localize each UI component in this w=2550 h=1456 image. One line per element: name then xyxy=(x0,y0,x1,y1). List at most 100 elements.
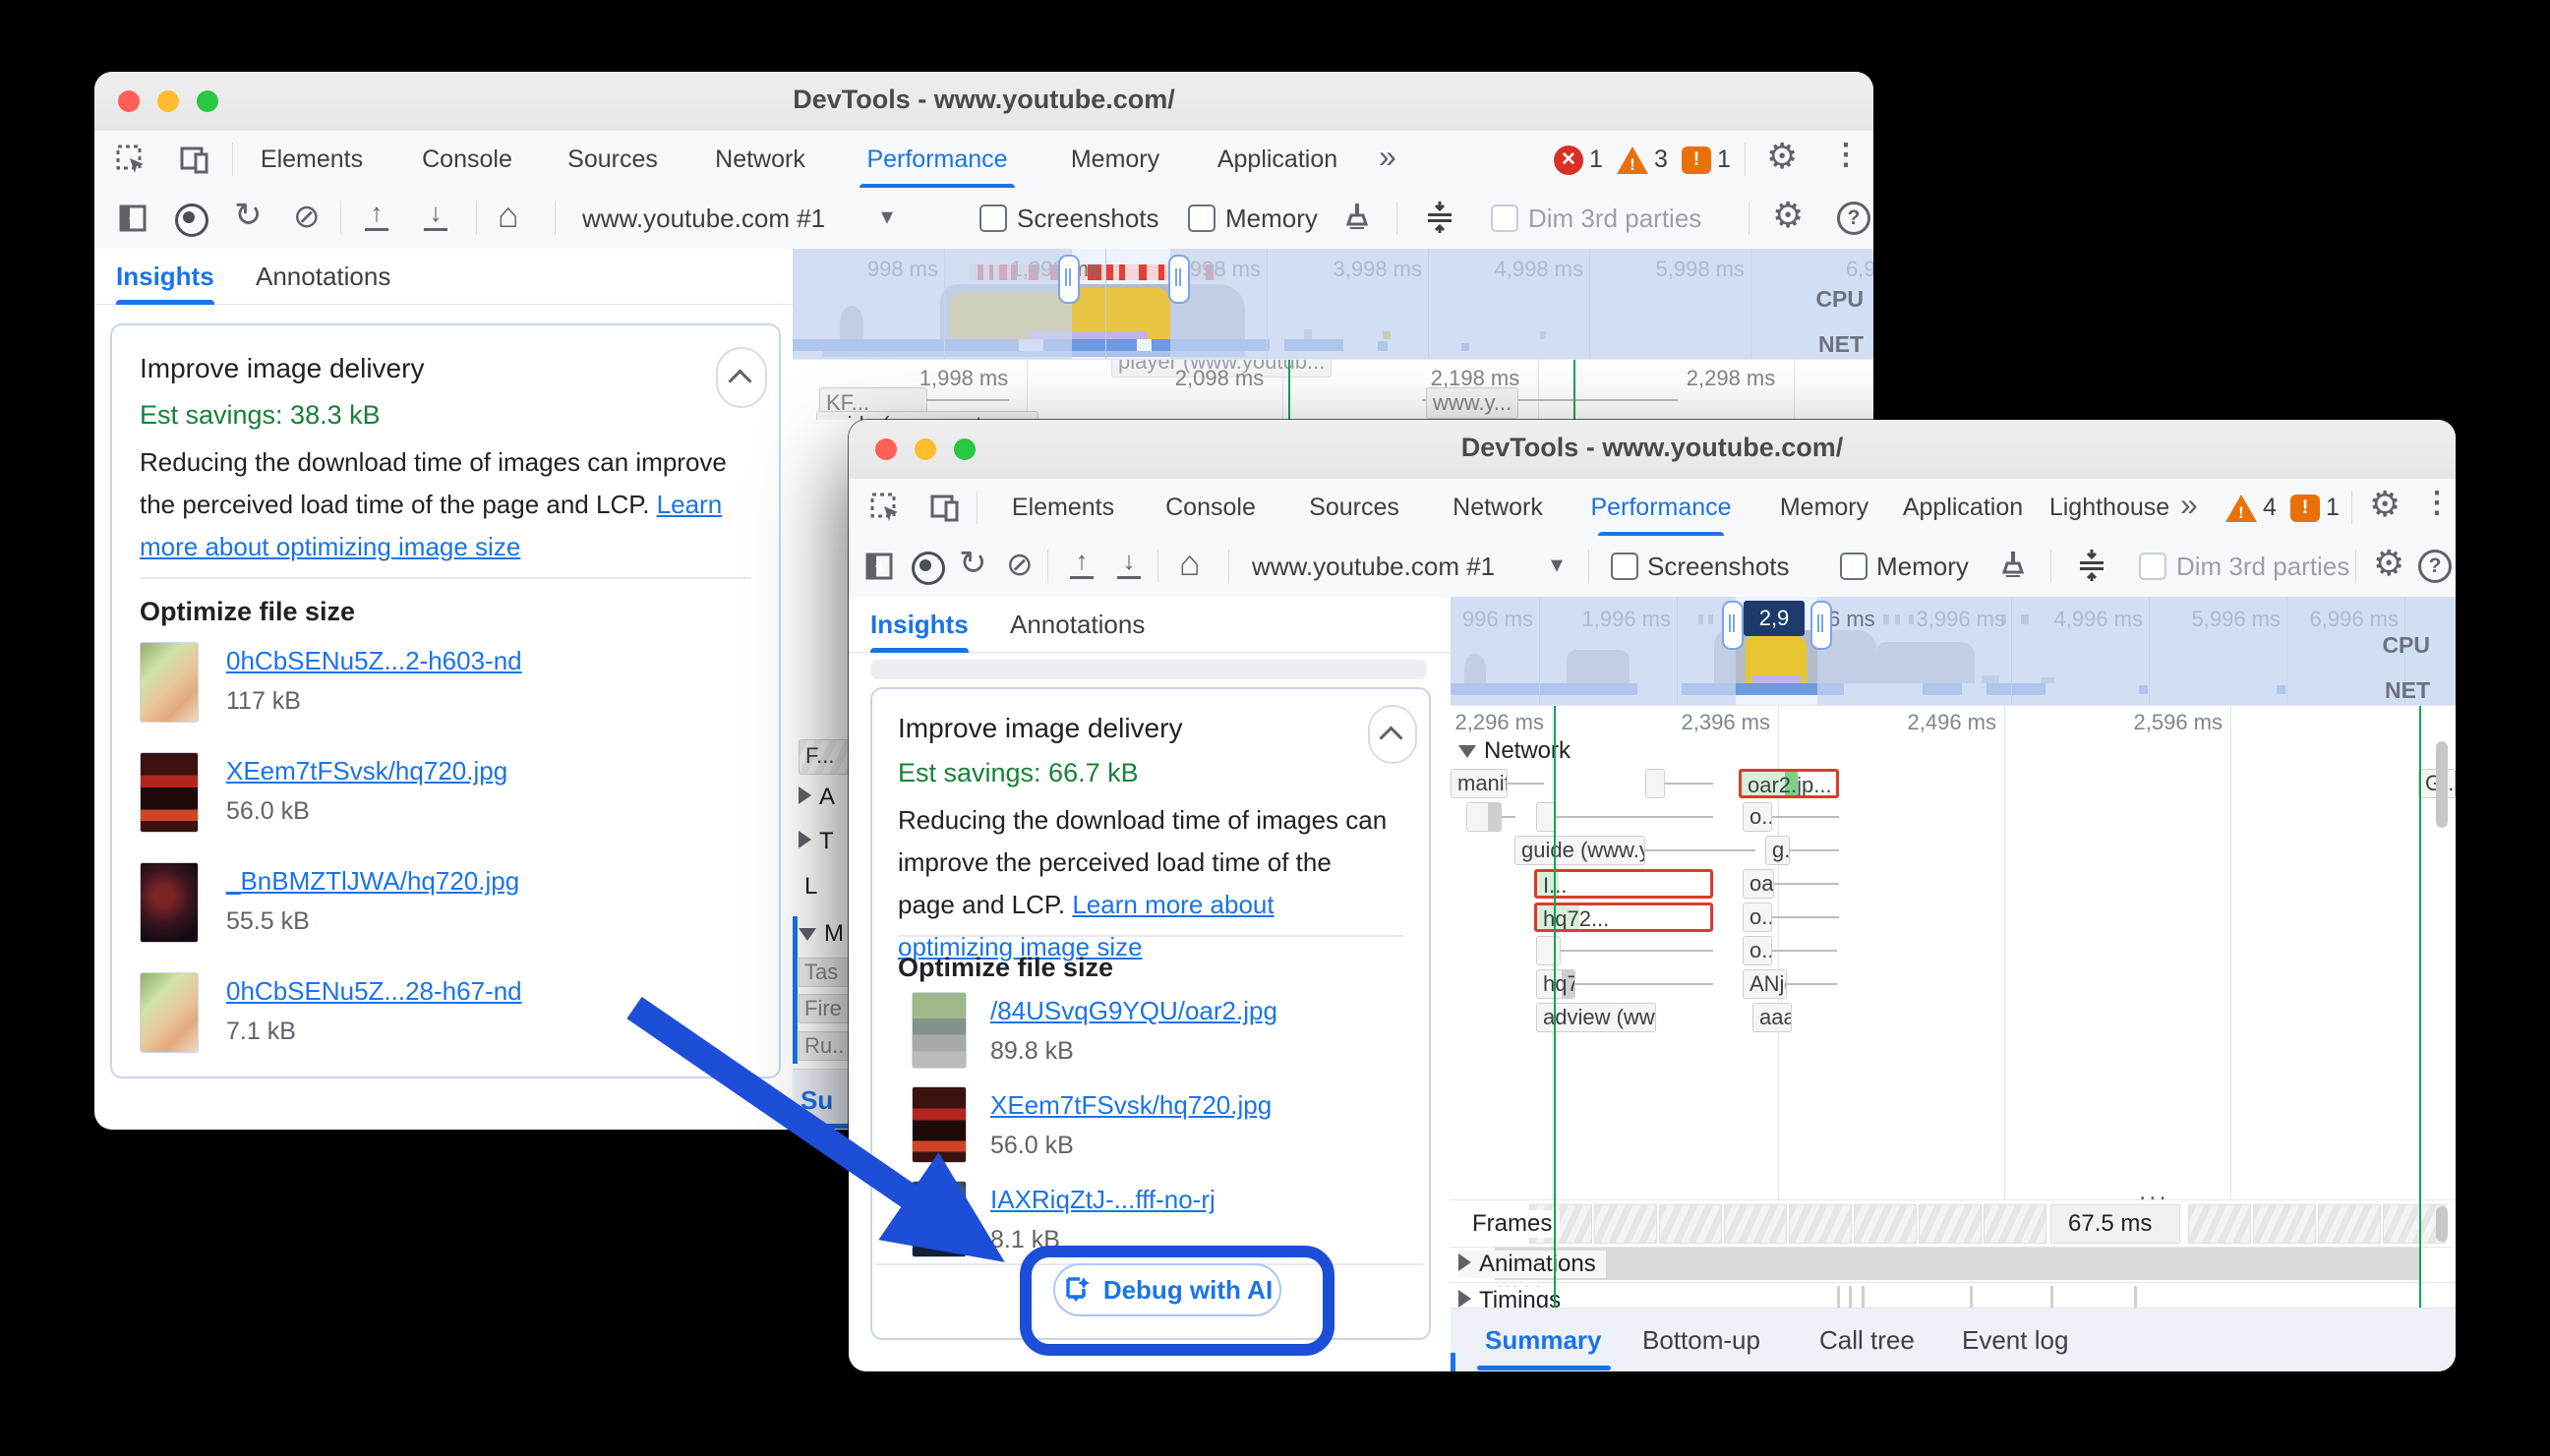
tab-annotations[interactable]: Annotations xyxy=(256,249,413,304)
network-request[interactable]: o... xyxy=(1743,936,1772,965)
tab-summary-partial[interactable]: Su xyxy=(801,1070,833,1130)
image-link[interactable]: IAXRiqZtJ-...fff-no-rj xyxy=(990,1185,1216,1215)
network-request[interactable]: hq72... xyxy=(1534,903,1713,932)
tab-application[interactable]: Application xyxy=(1893,479,2033,536)
home-icon[interactable]: ⌂ xyxy=(1179,546,1201,581)
network-request[interactable]: I... xyxy=(1534,869,1713,899)
kebab-menu-icon[interactable]: ⋮ xyxy=(2422,489,2452,518)
tab-console[interactable]: Console xyxy=(1156,479,1266,536)
settings-gear-icon[interactable]: ⚙ xyxy=(2373,546,2404,581)
network-request[interactable]: manife... xyxy=(1451,769,1508,798)
gc-broom-icon[interactable] xyxy=(1997,550,2029,585)
gc-broom-icon[interactable] xyxy=(1341,202,1373,237)
dim-3rd-parties-checkbox[interactable] xyxy=(1491,204,1518,232)
settings-gear-icon[interactable]: ⚙ xyxy=(1766,139,1798,174)
selection-handle-left[interactable] xyxy=(1058,255,1080,304)
track-label-partial[interactable]: A xyxy=(799,784,835,811)
image-link[interactable]: XEem7tFSvsk/hq720.jpg xyxy=(990,1090,1272,1121)
animations-track[interactable]: Animations xyxy=(1451,1246,2456,1283)
frame-block[interactable] xyxy=(2188,1204,2251,1244)
image-link[interactable]: /84USvqG9YQU/oar2.jpg xyxy=(990,996,1277,1026)
tab-console[interactable]: Console xyxy=(414,131,520,188)
screenshots-checkbox[interactable] xyxy=(979,204,1007,232)
front-titlebar[interactable]: DevTools - www.youtube.com/ xyxy=(849,420,2456,480)
image-link[interactable]: 0hCbSENu5Z...28-h67-nd xyxy=(226,976,522,1007)
network-request[interactable] xyxy=(1466,802,1502,832)
network-request[interactable] xyxy=(1645,769,1665,798)
download-profile-icon[interactable]: ↓ xyxy=(1114,550,1144,579)
tab-memory[interactable]: Memory xyxy=(1769,479,1879,536)
tab-insights[interactable]: Insights xyxy=(116,249,214,304)
tab-application[interactable]: Application xyxy=(1204,131,1351,188)
network-request[interactable]: guide (www.yout... xyxy=(1514,836,1645,865)
tab-network[interactable]: Network xyxy=(705,131,815,188)
console-warnings-badge[interactable]: ! xyxy=(1617,146,1648,174)
frame-block[interactable] xyxy=(1789,1204,1852,1244)
tab-insights[interactable]: Insights xyxy=(870,597,969,652)
reload-record-icon[interactable]: ↻ xyxy=(234,199,263,232)
frame-block[interactable] xyxy=(1594,1204,1657,1244)
frame-block[interactable] xyxy=(1919,1204,1982,1244)
animations-track-label[interactable]: Animations xyxy=(1458,1251,1606,1278)
memory-checkbox[interactable] xyxy=(1188,204,1216,232)
tab-elements[interactable]: Elements xyxy=(1008,479,1118,536)
frame-block[interactable] xyxy=(1854,1204,1917,1244)
network-request[interactable]: o... xyxy=(1743,802,1772,832)
bottom-tab-call-tree[interactable]: Call tree xyxy=(1819,1309,1915,1371)
upload-profile-icon[interactable]: ↑ xyxy=(1067,550,1097,579)
timeline-overview[interactable]: 996 ms1,996 ms3,996 ms4,996 ms5,996 ms6,… xyxy=(1451,597,2456,705)
bottom-tab-summary[interactable]: Summary xyxy=(1485,1309,1602,1371)
network-request[interactable] xyxy=(1536,802,1556,832)
collapse-shortcuts-icon[interactable] xyxy=(2076,548,2107,587)
device-toolbar-icon[interactable] xyxy=(929,493,961,528)
frames-track[interactable]: Frames 67.5 ms xyxy=(1451,1199,2456,1248)
tab-network[interactable]: Network xyxy=(1443,479,1553,536)
collapse-shortcuts-icon[interactable] xyxy=(1424,200,1455,239)
inspect-element-icon[interactable] xyxy=(870,493,902,528)
kebab-menu-icon[interactable]: ⋮ xyxy=(1831,141,1861,170)
record-icon[interactable] xyxy=(912,552,945,585)
frame-block[interactable] xyxy=(2253,1204,2316,1244)
tab-annotations[interactable]: Annotations xyxy=(1010,597,1167,652)
upload-profile-icon[interactable]: ↑ xyxy=(362,202,391,231)
bottom-tab-event-log[interactable]: Event log xyxy=(1962,1309,2068,1371)
vertical-scrollbar[interactable] xyxy=(2436,1206,2448,1242)
frame-block[interactable] xyxy=(1724,1204,1787,1244)
image-link[interactable]: 0hCbSENu5Z...2-h603-nd xyxy=(226,646,522,676)
tab-sources[interactable]: Sources xyxy=(562,131,664,188)
bottom-tab-bottom-up[interactable]: Bottom-up xyxy=(1642,1309,1760,1371)
selection-handle-left[interactable] xyxy=(1722,601,1744,650)
settings-gear-icon[interactable]: ⚙ xyxy=(1772,198,1804,233)
chevron-down-icon[interactable]: ▾ xyxy=(1551,553,1563,577)
tab-memory[interactable]: Memory xyxy=(1060,131,1170,188)
inspect-element-icon[interactable] xyxy=(116,145,148,180)
network-request[interactable]: o... xyxy=(1743,903,1772,932)
track-label-partial[interactable]: M xyxy=(799,920,844,948)
vertical-scrollbar[interactable] xyxy=(2436,741,2448,828)
clear-icon[interactable]: ⊘ xyxy=(293,200,321,232)
help-icon[interactable]: ? xyxy=(2418,550,2452,583)
back-titlebar[interactable]: DevTools - www.youtube.com/ xyxy=(94,72,1873,132)
tab-lighthouse[interactable]: Lighthouse xyxy=(2045,479,2174,536)
network-request[interactable]: hq7... xyxy=(1536,969,1575,999)
device-toolbar-icon[interactable] xyxy=(179,145,210,180)
console-warnings-badge[interactable]: ! xyxy=(2225,495,2257,522)
chevron-down-icon[interactable]: ▾ xyxy=(881,205,893,229)
frame-block[interactable] xyxy=(1984,1204,2046,1244)
image-link[interactable]: _BnBMZTlJWA/hq720.jpg xyxy=(226,866,519,897)
network-overflow-ellipsis[interactable]: ... xyxy=(2139,1176,2169,1200)
selection-handle-right[interactable] xyxy=(1168,255,1190,304)
collapse-card-button[interactable] xyxy=(716,347,767,408)
network-request[interactable] xyxy=(1536,936,1561,965)
network-request[interactable]: aaa ( xyxy=(1752,1003,1792,1032)
network-request[interactable]: oa... xyxy=(1743,869,1774,899)
www-chip[interactable]: www.y... xyxy=(1426,387,1518,419)
network-request[interactable]: ANjg... xyxy=(1743,969,1787,999)
frame-block[interactable] xyxy=(2318,1204,2381,1244)
console-errors-badge[interactable]: ✕ xyxy=(1554,146,1583,175)
track-label-partial[interactable]: T xyxy=(799,828,834,855)
tab-sources[interactable]: Sources xyxy=(1303,479,1405,536)
frame-block[interactable] xyxy=(1659,1204,1722,1244)
memory-checkbox[interactable] xyxy=(1840,553,1868,580)
screenshots-checkbox[interactable] xyxy=(1611,553,1638,580)
